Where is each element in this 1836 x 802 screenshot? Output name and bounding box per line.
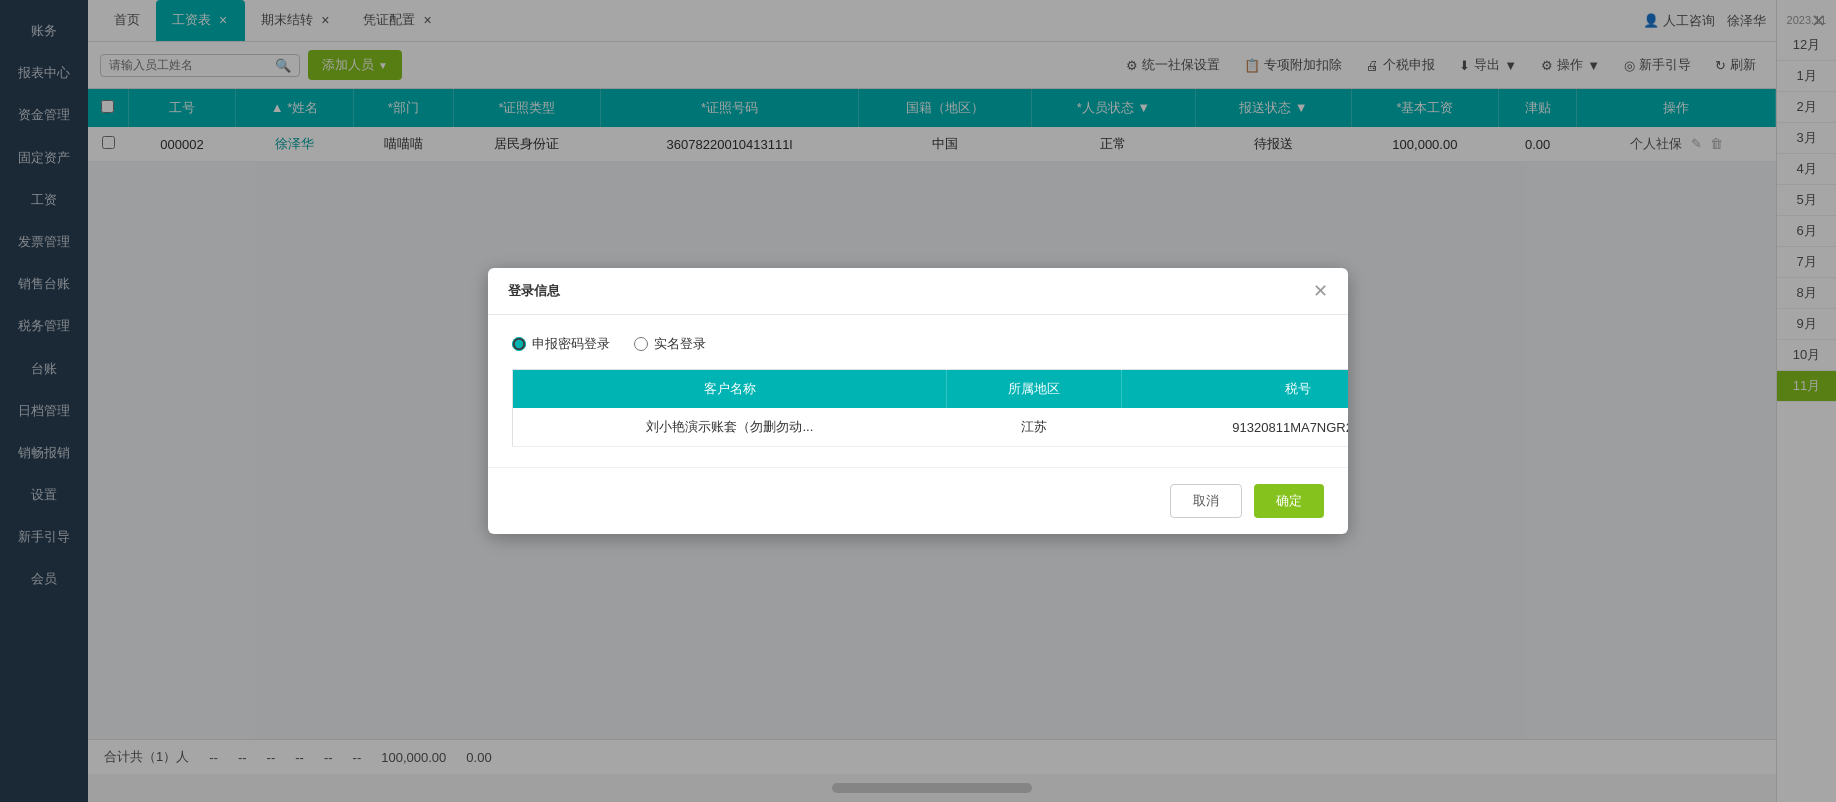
modal-col-region: 所属地区	[947, 370, 1122, 409]
modal-col-tax-no: 税号	[1122, 370, 1348, 409]
modal-footer: 取消 确定	[488, 467, 1348, 534]
modal-table-row: 刘小艳演示账套（勿删勿动... 江苏 91320811MA7NGR2...	[513, 408, 1349, 447]
radio-password[interactable]	[512, 337, 526, 351]
login-type-radio-group: 申报密码登录 实名登录	[512, 335, 1324, 353]
confirm-button[interactable]: 确定	[1254, 484, 1324, 518]
login-info-modal: 登录信息 ✕ 申报密码登录 实名登录 客户名称 所属地区	[488, 268, 1348, 534]
modal-body: 申报密码登录 实名登录 客户名称 所属地区 税号 个税密码	[488, 315, 1348, 467]
modal-cell-tax-no: 91320811MA7NGR2...	[1122, 408, 1348, 447]
modal-title: 登录信息	[508, 282, 560, 300]
radio-label-realname[interactable]: 实名登录	[634, 335, 706, 353]
modal-cell-region: 江苏	[947, 408, 1122, 447]
modal-header: 登录信息 ✕	[488, 268, 1348, 315]
cancel-button[interactable]: 取消	[1170, 484, 1242, 518]
modal-col-client-name: 客户名称	[513, 370, 947, 409]
modal-close-button[interactable]: ✕	[1313, 282, 1328, 300]
radio-label-password[interactable]: 申报密码登录	[512, 335, 610, 353]
radio-realname[interactable]	[634, 337, 648, 351]
modal-cell-client-name: 刘小艳演示账套（勿删勿动...	[513, 408, 947, 447]
modal-overlay: 登录信息 ✕ 申报密码登录 实名登录 客户名称 所属地区	[0, 0, 1836, 802]
login-info-table: 客户名称 所属地区 税号 个税密码 刘小艳演示账套（勿删勿动... 江苏 913…	[512, 369, 1348, 447]
